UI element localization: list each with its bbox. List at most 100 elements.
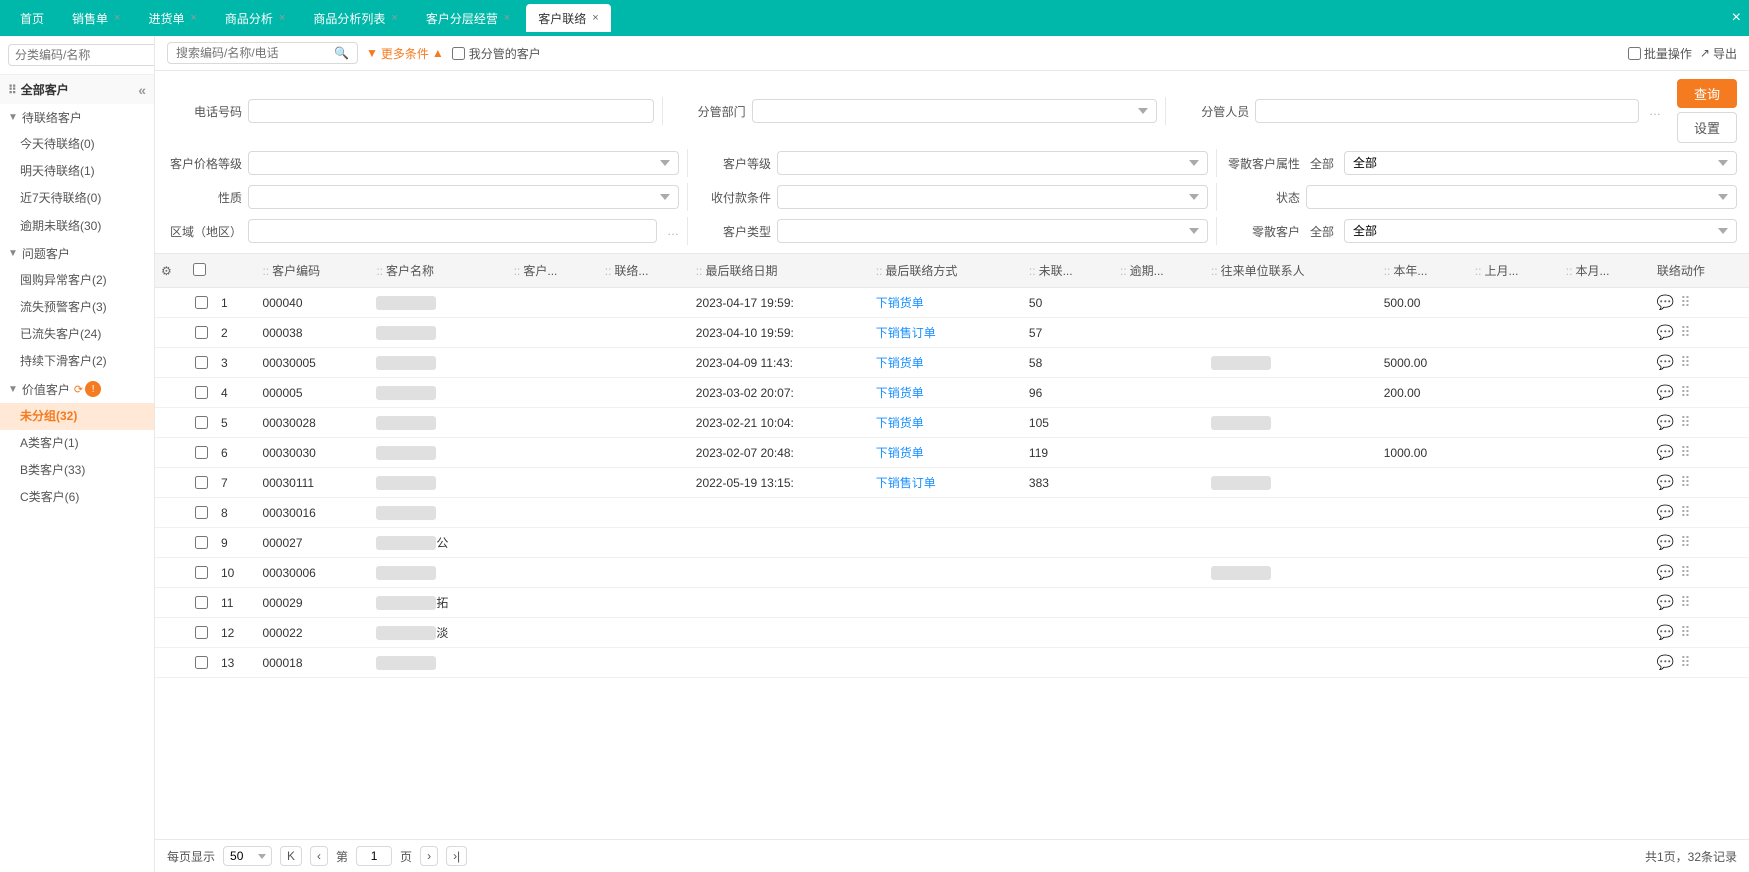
nav-tab-analysis-list[interactable]: 商品分析列表 × xyxy=(301,4,409,32)
phone-input[interactable] xyxy=(248,99,654,123)
contact-icon[interactable]: 💬 xyxy=(1657,444,1674,461)
dept-select[interactable] xyxy=(752,99,1158,123)
nav-tab-purchase[interactable]: 进货单 × xyxy=(136,4,208,32)
status-select[interactable] xyxy=(1306,185,1737,209)
more-action-icon[interactable]: ⠿ xyxy=(1680,414,1690,431)
last-method-link[interactable]: 下销货单 xyxy=(876,386,924,400)
row-checkbox[interactable] xyxy=(195,326,208,339)
more-conditions-btn[interactable]: ▼ 更多条件 ▲ xyxy=(366,45,444,62)
sidebar-group-pending[interactable]: ▼ 待联络客户 xyxy=(0,104,154,131)
prev-page-btn[interactable]: ‹ xyxy=(310,846,328,866)
more-action-icon[interactable]: ⠿ xyxy=(1680,324,1690,341)
contact-icon[interactable]: 💬 xyxy=(1657,324,1674,341)
contact-icon[interactable]: 💬 xyxy=(1657,594,1674,611)
nav-tab-sales[interactable]: 销售单 × xyxy=(60,4,132,32)
sidebar-item-c-class[interactable]: C类客户(6) xyxy=(0,484,154,511)
sidebar-search-input[interactable] xyxy=(8,44,155,66)
close-sales-icon[interactable]: × xyxy=(114,12,120,24)
region-input[interactable] xyxy=(248,219,657,243)
per-page-select[interactable]: 50 100 200 xyxy=(223,846,272,866)
row-checkbox[interactable] xyxy=(195,626,208,639)
page-number-input[interactable] xyxy=(356,846,392,866)
scatter-attr-select[interactable]: 全部 xyxy=(1344,151,1737,175)
contact-icon[interactable]: 💬 xyxy=(1657,474,1674,491)
th-name[interactable]: ::客户名称 xyxy=(370,254,507,288)
th-last-month[interactable]: ::上月... xyxy=(1469,254,1560,288)
sidebar-group-problem[interactable]: ▼ 问题客户 xyxy=(0,240,154,267)
th-last-method[interactable]: ::最后联络方式 xyxy=(870,254,1023,288)
th-overdue[interactable]: ::逾期... xyxy=(1114,254,1205,288)
more-action-icon[interactable]: ⠿ xyxy=(1680,654,1690,671)
settings-icon[interactable]: ⚙ xyxy=(161,264,172,278)
nav-tab-home[interactable]: 首页 xyxy=(8,4,56,32)
sidebar-item-b-class[interactable]: B类客户(33) xyxy=(0,457,154,484)
batch-ops-btn[interactable]: 批量操作 xyxy=(1628,45,1692,62)
sidebar-item-tomorrow[interactable]: 明天待联络(1) xyxy=(0,158,154,185)
payment-select[interactable] xyxy=(777,185,1208,209)
row-checkbox[interactable] xyxy=(195,386,208,399)
nav-tab-customer-segment[interactable]: 客户分层经营 × xyxy=(414,4,522,32)
th-settings[interactable]: ⚙ xyxy=(155,254,187,288)
region-more-icon[interactable]: … xyxy=(667,224,679,238)
contact-icon[interactable]: 💬 xyxy=(1657,564,1674,581)
customer-type-select[interactable] xyxy=(777,219,1208,243)
sidebar-item-churn-warning[interactable]: 流失预警客户(3) xyxy=(0,294,154,321)
all-customers-header[interactable]: ⠿ 全部客户 « xyxy=(0,75,154,104)
nav-tab-customer-contact[interactable]: 客户联络 × xyxy=(526,4,610,32)
person-input[interactable] xyxy=(1255,99,1639,123)
contact-icon[interactable]: 💬 xyxy=(1657,504,1674,521)
row-checkbox[interactable] xyxy=(195,506,208,519)
row-checkbox[interactable] xyxy=(195,536,208,549)
query-button[interactable]: 查询 xyxy=(1677,79,1737,108)
my-customers-checkbox[interactable] xyxy=(452,47,465,60)
sidebar-item-ungroup[interactable]: 未分组(32) xyxy=(0,403,154,430)
close-customer-segment-icon[interactable]: × xyxy=(504,12,510,24)
more-action-icon[interactable]: ⠿ xyxy=(1680,384,1690,401)
th-type[interactable]: ::客户... xyxy=(508,254,599,288)
price-level-select[interactable] xyxy=(248,151,679,175)
sidebar-item-declining[interactable]: 持续下滑客户(2) xyxy=(0,348,154,375)
contact-icon[interactable]: 💬 xyxy=(1657,354,1674,371)
select-all-checkbox[interactable] xyxy=(193,263,206,276)
row-checkbox[interactable] xyxy=(195,656,208,669)
th-not-contact[interactable]: ::未联... xyxy=(1023,254,1114,288)
last-method-link[interactable]: 下销售订单 xyxy=(876,476,936,490)
row-checkbox[interactable] xyxy=(195,356,208,369)
contact-icon[interactable]: 💬 xyxy=(1657,624,1674,641)
last-page-btn[interactable]: ›| xyxy=(446,846,467,866)
window-close-icon[interactable]: × xyxy=(1732,9,1741,27)
contact-icon[interactable]: 💬 xyxy=(1657,414,1674,431)
last-method-link[interactable]: 下销售订单 xyxy=(876,326,936,340)
scatter-select[interactable]: 全部 xyxy=(1344,219,1737,243)
row-checkbox[interactable] xyxy=(195,596,208,609)
more-action-icon[interactable]: ⠿ xyxy=(1680,534,1690,551)
last-method-link[interactable]: 下销货单 xyxy=(876,356,924,370)
th-this-month[interactable]: ::本月... xyxy=(1560,254,1651,288)
more-action-icon[interactable]: ⠿ xyxy=(1680,474,1690,491)
th-code[interactable]: ::客户编码 xyxy=(256,254,370,288)
more-action-icon[interactable]: ⠿ xyxy=(1680,594,1690,611)
close-customer-contact-icon[interactable]: × xyxy=(592,12,598,24)
sidebar-item-churned[interactable]: 已流失客户(24) xyxy=(0,321,154,348)
reset-button[interactable]: 设置 xyxy=(1677,112,1737,143)
contact-icon[interactable]: 💬 xyxy=(1657,534,1674,551)
next-page-btn[interactable]: › xyxy=(420,846,438,866)
th-last-date[interactable]: ::最后联络日期 xyxy=(690,254,870,288)
th-contact[interactable]: ::联络... xyxy=(599,254,690,288)
last-method-link[interactable]: 下销货单 xyxy=(876,296,924,310)
sidebar-collapse-icon[interactable]: « xyxy=(138,82,146,98)
nav-tab-analysis[interactable]: 商品分析 × xyxy=(213,4,297,32)
more-action-icon[interactable]: ⠿ xyxy=(1680,294,1690,311)
last-method-link[interactable]: 下销货单 xyxy=(876,416,924,430)
close-analysis-list-icon[interactable]: × xyxy=(391,12,397,24)
th-this-year[interactable]: ::本年... xyxy=(1378,254,1469,288)
more-action-icon[interactable]: ⠿ xyxy=(1680,444,1690,461)
row-checkbox[interactable] xyxy=(195,566,208,579)
nature-select[interactable] xyxy=(248,185,679,209)
more-action-icon[interactable]: ⠿ xyxy=(1680,354,1690,371)
main-search-input[interactable] xyxy=(176,46,326,60)
sidebar-item-hoarding[interactable]: 囤购异常客户(2) xyxy=(0,267,154,294)
more-icon[interactable]: … xyxy=(1649,104,1661,118)
row-checkbox[interactable] xyxy=(195,296,208,309)
sidebar-item-week[interactable]: 近7天待联络(0) xyxy=(0,185,154,212)
